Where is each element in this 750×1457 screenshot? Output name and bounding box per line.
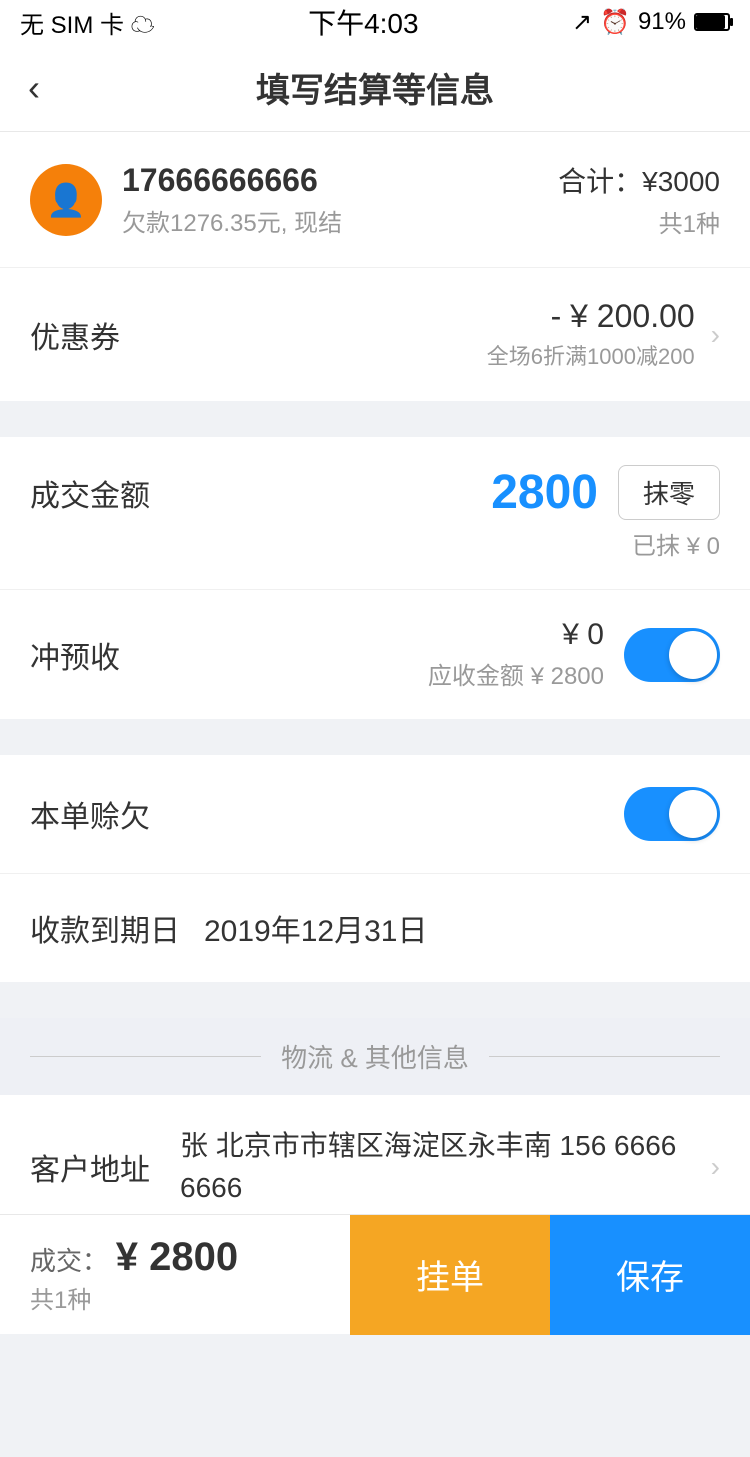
credit-toggle[interactable] [624,787,720,841]
prepay-amount: ¥ 0 [428,618,604,652]
battery-status: 91% [638,8,686,36]
prepay-label: 冲预收 [30,633,120,677]
prepay-toggle[interactable] [624,628,720,682]
credit-card: 本单赊欠 收款到期日 2019年12月31日 [0,755,750,982]
coupon-label: 优惠券 [30,313,120,357]
address-value: 张 北京市市辖区海淀区永丰南 156 6666 6666 [180,1125,711,1209]
avatar-icon: 👤 [46,181,86,219]
status-bar: 无 SIM 卡 ☁ 下午4:03 ↗ ⏰ 91% [0,0,750,44]
page-title: 填写结算等信息 [256,63,494,112]
amount-section: 成交金额 2800 抹零 已抹 ¥ 0 [0,437,750,589]
credit-toggle-knob [669,790,717,838]
bottom-summary-label: 成交： [30,1246,108,1276]
credit-row: 本单赊欠 [0,755,750,873]
total-label: 合计： [558,166,642,197]
sep-line-left [30,1056,261,1057]
coupon-amount: - ¥ 200.00 [487,298,695,335]
avatar: 👤 [30,164,102,236]
credit-label: 本单赊欠 [30,792,150,836]
duedate-label: 收款到期日 [30,906,180,950]
amount-sub: 已抹 ¥ 0 [30,526,720,561]
toggle-knob [669,631,717,679]
bottom-summary-count: 共1种 [30,1280,320,1315]
back-button[interactable]: ‹ [28,67,40,109]
section-divider-2 [0,737,750,755]
customer-info: 17666666666 欠款1276.35元, 现结 [122,162,342,238]
hold-button[interactable]: 挂单 [350,1215,550,1335]
duedate-value: 2019年12月31日 [204,906,427,950]
total-label-amount: 合计：¥3000 [558,160,720,200]
duedate-row: 收款到期日 2019年12月31日 [0,873,750,982]
chevron-right-icon: › [711,319,720,351]
prepay-sub: 应收金额 ¥ 2800 [428,656,604,691]
status-right: ↗ ⏰ 91% [572,8,730,37]
customer-right: 合计：¥3000 共1种 [558,160,720,239]
amount-right: 2800 抹零 [491,465,720,520]
amount-label: 成交金额 [30,471,150,515]
bottom-summary-amount: ¥ 2800 [116,1235,238,1279]
total-amount: ¥3000 [642,166,720,197]
coupon-right: - ¥ 200.00 全场6折满1000减200 › [487,298,720,371]
coupon-desc: 全场6折满1000减200 [487,339,695,371]
address-chevron-icon: › [711,1151,720,1183]
prepay-right: ¥ 0 应收金额 ¥ 2800 [428,618,720,691]
section-divider-1 [0,419,750,437]
status-left: 无 SIM 卡 ☁ [20,5,155,40]
amount-row: 成交金额 2800 抹零 [30,465,720,520]
status-time: 下午4:03 [308,2,419,42]
sim-status: 无 SIM 卡 ☁ [20,5,155,40]
nav-bar: ‹ 填写结算等信息 [0,44,750,132]
alarm-icon: ⏰ [600,8,630,37]
sep-line-right [489,1056,720,1057]
customer-sub: 欠款1276.35元, 现结 [122,203,342,238]
bottom-bar: 成交： ¥ 2800 共1种 挂单 保存 [0,1214,750,1334]
section-divider-3 [0,1000,750,1018]
coupon-row[interactable]: 优惠券 - ¥ 200.00 全场6折满1000减200 › [0,267,750,401]
save-button[interactable]: 保存 [550,1215,750,1335]
bottom-summary: 成交： ¥ 2800 共1种 [0,1235,350,1315]
battery-icon [694,13,730,31]
logistics-text: 物流 & 其他信息 [281,1038,469,1075]
customer-phone: 17666666666 [122,162,342,199]
prepay-row: 冲预收 ¥ 0 应收金额 ¥ 2800 [0,589,750,719]
customer-left: 👤 17666666666 欠款1276.35元, 现结 [30,162,342,238]
round-button[interactable]: 抹零 [618,465,720,520]
customer-row: 👤 17666666666 欠款1276.35元, 现结 合计：¥3000 共1… [0,132,750,267]
logistics-separator: 物流 & 其他信息 [0,1018,750,1095]
amount-value: 2800 [491,465,598,520]
customer-card: 👤 17666666666 欠款1276.35元, 现结 合计：¥3000 共1… [0,132,750,401]
location-icon: ↗ [572,8,592,37]
address-label: 客户地址 [30,1145,150,1189]
total-count: 共1种 [558,204,720,239]
amount-card: 成交金额 2800 抹零 已抹 ¥ 0 冲预收 ¥ 0 应收金额 ¥ 2800 [0,437,750,719]
